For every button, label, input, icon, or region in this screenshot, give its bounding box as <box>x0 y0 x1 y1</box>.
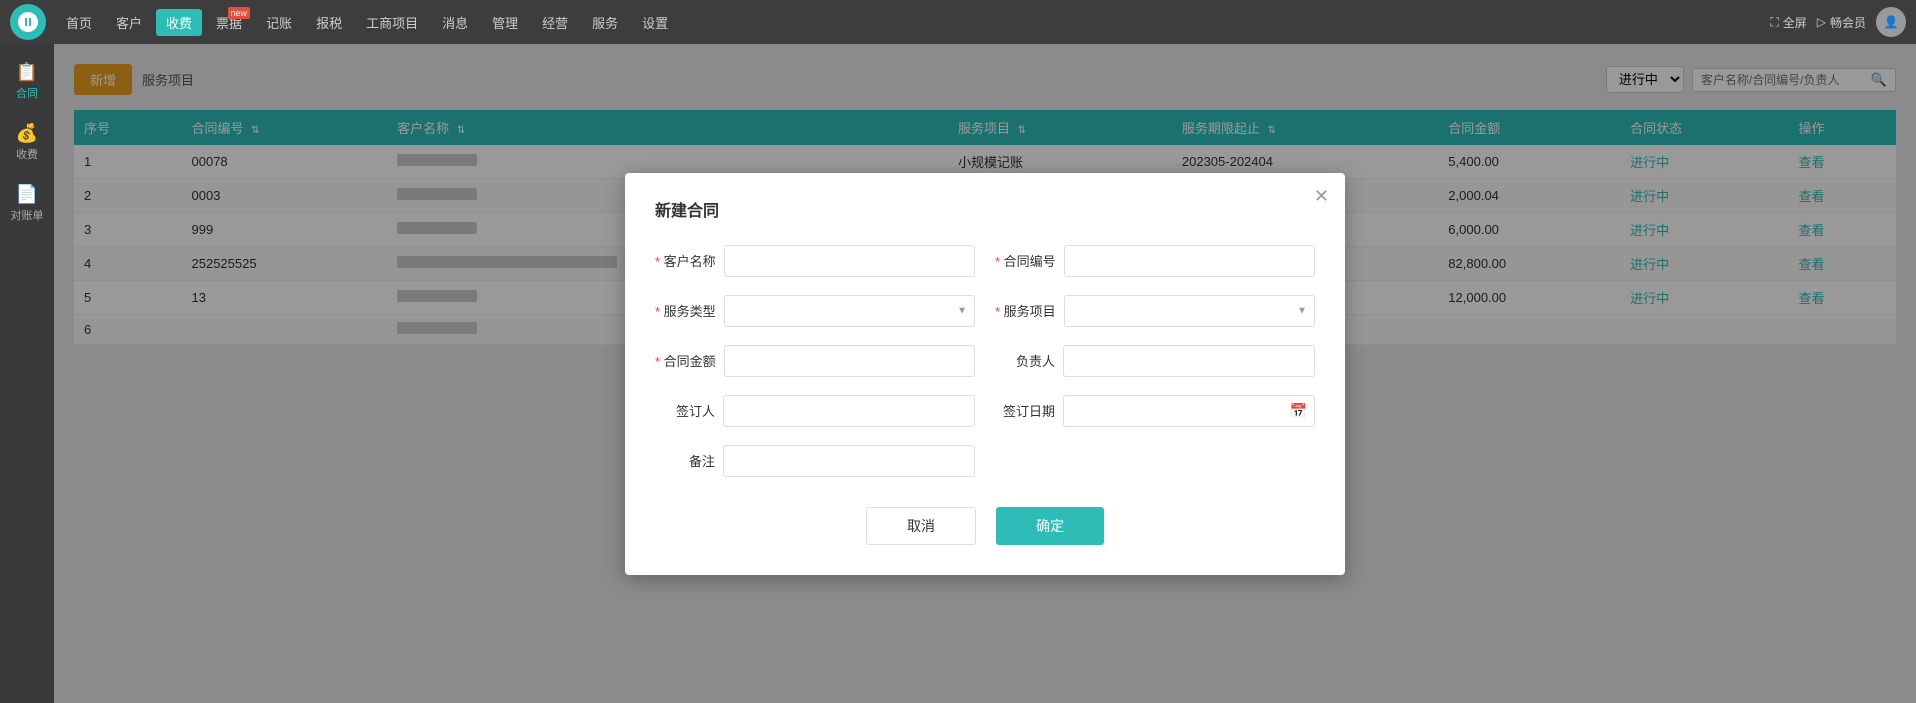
vip-button[interactable]: ▷ 畅会员 <box>1817 14 1866 31</box>
sidebar-item-fee[interactable]: 💰 收费 <box>3 115 51 171</box>
label-service-type: 服务类型 <box>655 301 716 320</box>
vip-label: 畅会员 <box>1830 14 1866 31</box>
select-service-item-wrapper <box>1064 295 1315 327</box>
statement-icon: 📄 <box>16 185 38 203</box>
input-sign-date[interactable]: 2023-06-06 <box>1063 395 1315 427</box>
nav-accounting[interactable]: 记账 <box>256 9 302 36</box>
fullscreen-icon: ⛶ <box>1770 15 1778 30</box>
form-group-responsible: 负责人 <box>995 345 1315 377</box>
nav-customer[interactable]: 客户 <box>106 9 152 36</box>
fullscreen-button[interactable]: ⛶ 全屏 <box>1770 14 1806 31</box>
new-contract-dialog: 新建合同 ✕ 客户名称 合同编号 服务类型 <box>625 173 1345 575</box>
form-group-amount: 合同金额 0.00 <box>655 345 975 377</box>
input-signer[interactable] <box>723 395 975 427</box>
label-signer: 签订人 <box>655 401 715 420</box>
dialog-title: 新建合同 <box>655 197 1315 221</box>
sign-date-wrapper: 2023-06-06 📅 <box>1063 395 1315 427</box>
nav-service[interactable]: 服务 <box>582 9 628 36</box>
nav-fee[interactable]: 收费 <box>156 9 202 36</box>
sidebar-contract-label: 合同 <box>16 85 38 101</box>
nav-home[interactable]: 首页 <box>56 9 102 36</box>
select-service-type-wrapper <box>724 295 975 327</box>
content-area: 新增 服务项目 进行中 已完成 已终止 🔍 序号 合同编号 ⇅ <box>54 44 1916 703</box>
form-group-customer: 客户名称 <box>655 245 975 277</box>
select-service-item[interactable] <box>1064 295 1315 327</box>
input-responsible[interactable] <box>1063 345 1315 377</box>
form-group-sign-date: 签订日期 2023-06-06 📅 <box>995 395 1315 427</box>
input-customer-name[interactable] <box>724 245 975 277</box>
fullscreen-label: 全屏 <box>1783 14 1807 31</box>
nav-tax[interactable]: 报税 <box>306 9 352 36</box>
dialog-close-button[interactable]: ✕ <box>1314 187 1329 205</box>
nav-right-section: ⛶ 全屏 ▷ 畅会员 👤 <box>1770 7 1906 37</box>
label-sign-date: 签订日期 <box>995 401 1055 420</box>
sidebar-item-contract[interactable]: 📋 合同 <box>3 54 51 110</box>
calendar-icon[interactable]: 📅 <box>1290 402 1307 419</box>
form-group-service-item: 服务项目 <box>995 295 1315 327</box>
form-row-4: 签订人 签订日期 2023-06-06 📅 <box>655 395 1315 427</box>
form-group-remarks: 备注 <box>655 445 975 477</box>
left-sidebar: 📋 合同 💰 收费 📄 对账单 <box>0 44 54 703</box>
nav-message[interactable]: 消息 <box>432 9 478 36</box>
user-avatar[interactable]: 👤 <box>1876 7 1906 37</box>
nav-menu: 首页 客户 收费 票据 new 记账 报税 工商项目 消息 管理 经营 服务 设… <box>56 9 1770 36</box>
new-badge: new <box>228 7 251 19</box>
form-row-2: 服务类型 服务项目 <box>655 295 1315 327</box>
vip-icon: ▷ <box>1817 15 1826 29</box>
nav-operation[interactable]: 经营 <box>532 9 578 36</box>
form-row-3: 合同金额 0.00 负责人 <box>655 345 1315 377</box>
nav-settings[interactable]: 设置 <box>632 9 678 36</box>
modal-overlay: 新建合同 ✕ 客户名称 合同编号 服务类型 <box>54 44 1916 703</box>
label-remarks: 备注 <box>655 451 715 470</box>
form-row-5: 备注 <box>655 445 1315 477</box>
nav-invoice[interactable]: 票据 new <box>206 9 252 36</box>
confirm-button[interactable]: 确定 <box>996 507 1104 545</box>
label-service-item: 服务项目 <box>995 301 1056 320</box>
form-group-contract-no: 合同编号 <box>995 245 1315 277</box>
sidebar-item-statement[interactable]: 📄 对账单 <box>3 176 51 232</box>
form-group-service-type: 服务类型 <box>655 295 975 327</box>
nav-business[interactable]: 工商项目 <box>356 9 428 36</box>
fee-icon: 💰 <box>16 124 38 142</box>
contract-icon: 📋 <box>16 63 38 81</box>
label-contract-no: 合同编号 <box>995 251 1056 270</box>
app-logo <box>10 4 46 40</box>
top-navigation: 首页 客户 收费 票据 new 记账 报税 工商项目 消息 管理 经营 服务 设… <box>0 0 1916 44</box>
main-layout: 📋 合同 💰 收费 📄 对账单 新增 服务项目 进行中 已完成 已终止 <box>0 44 1916 703</box>
form-row-1: 客户名称 合同编号 <box>655 245 1315 277</box>
label-customer-name: 客户名称 <box>655 251 716 270</box>
label-responsible: 负责人 <box>995 351 1055 370</box>
select-service-type[interactable] <box>724 295 975 327</box>
input-contract-amount[interactable]: 0.00 <box>724 345 975 377</box>
cancel-button[interactable]: 取消 <box>866 507 976 545</box>
sidebar-fee-label: 收费 <box>16 146 38 162</box>
input-contract-no[interactable] <box>1064 245 1315 277</box>
avatar-icon: 👤 <box>1884 15 1899 29</box>
sidebar-statement-label: 对账单 <box>11 207 44 223</box>
label-contract-amount: 合同金额 <box>655 351 716 370</box>
form-group-signer: 签订人 <box>655 395 975 427</box>
dialog-footer: 取消 确定 <box>655 507 1315 545</box>
input-remarks[interactable] <box>723 445 975 477</box>
nav-management[interactable]: 管理 <box>482 9 528 36</box>
